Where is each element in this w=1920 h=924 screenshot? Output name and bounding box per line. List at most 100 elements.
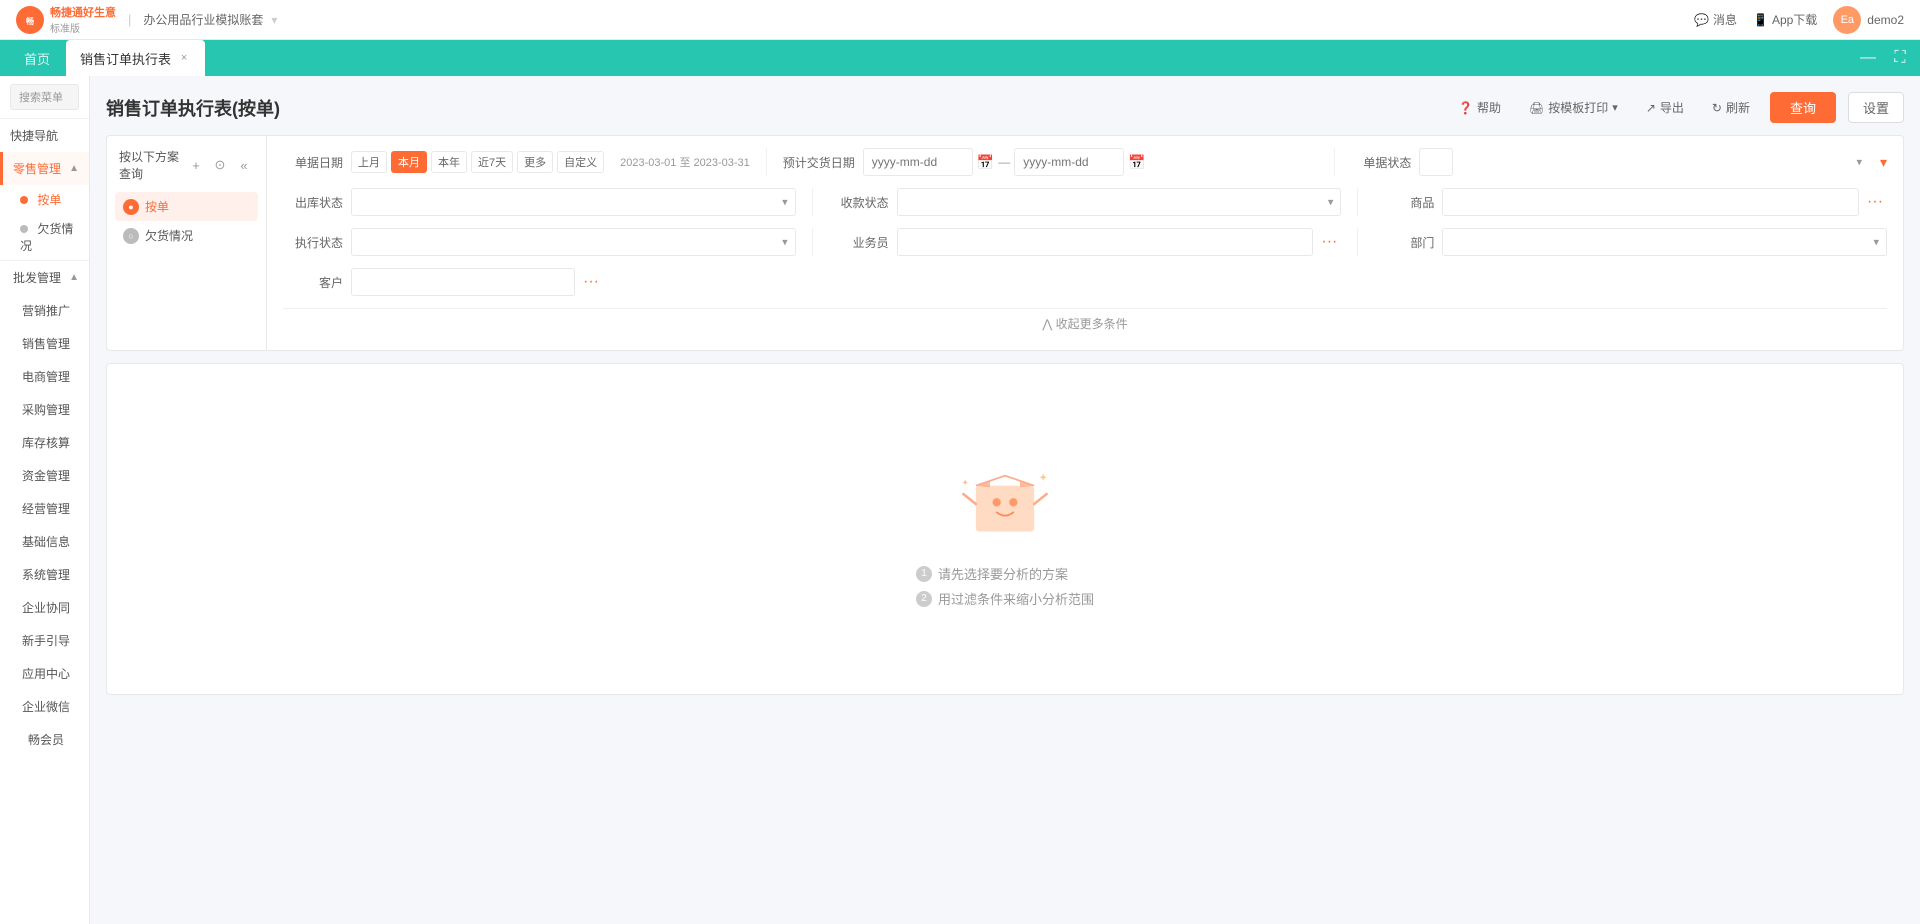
sidebar-section-retail: 零售管理 ▲ 按单 欠货情况	[0, 152, 89, 261]
user-action[interactable]: Ea demo2	[1833, 6, 1904, 34]
sidebar-item-debt[interactable]: 欠货情况	[12, 214, 89, 260]
empty-illustration: ✦ ✦	[955, 444, 1055, 544]
empty-tip-2: 2 用过滤条件来缩小分析范围	[916, 589, 1094, 608]
forecast-date-start[interactable]	[863, 148, 973, 176]
content-area: 销售订单执行表(按单) ❓ 帮助 🖨 按模板打印 ▾ ↗ 导出 ↻ 刷新	[90, 76, 1920, 924]
customer-more-btn[interactable]: ···	[579, 273, 603, 291]
collapse-bar[interactable]: ⋀ 收起更多条件	[283, 308, 1887, 338]
filter-option-debt[interactable]: ○ 欠货情况	[115, 221, 258, 250]
date-range-display: 2023-03-01 至 2023-03-31	[620, 154, 750, 170]
cal-icon-start[interactable]: 📅	[977, 154, 994, 171]
btn-last7[interactable]: 近7天	[471, 151, 513, 173]
dept-select[interactable]	[1442, 228, 1887, 256]
sidebar-item-wholesale[interactable]: 批发管理 ▲	[0, 261, 89, 294]
tab-close-icon[interactable]: ×	[177, 51, 191, 65]
sidebar: 搜索菜单 快捷导航 零售管理 ▲ 按单 欠货情况	[0, 76, 90, 924]
user-avatar: Ea	[1833, 6, 1861, 34]
empty-tips-list: 1 请先选择要分析的方案 2 用过滤条件来缩小分析范围	[916, 564, 1094, 614]
copy-scheme-btn[interactable]: ⊙	[210, 155, 230, 175]
app-download-action[interactable]: 📱 App下载	[1753, 11, 1817, 28]
payment-select[interactable]	[897, 188, 1342, 216]
goods-input[interactable]	[1442, 188, 1859, 216]
tab-bar: 首页 销售订单执行表 × — ⛶	[0, 40, 1920, 76]
date-separator: —	[998, 155, 1010, 169]
refresh-icon: ↻	[1712, 101, 1722, 115]
dept-field: 部门	[1374, 228, 1887, 256]
divider2	[1334, 148, 1335, 176]
svg-text:✦: ✦	[962, 478, 969, 488]
help-icon: ❓	[1458, 101, 1473, 115]
svg-text:✦: ✦	[1038, 472, 1048, 485]
tab-maximize-icon[interactable]: ⛶	[1888, 46, 1912, 70]
sidebar-item-operation[interactable]: 经营管理	[0, 492, 89, 525]
btn-this-year[interactable]: 本年	[431, 151, 467, 173]
export-btn[interactable]: ↗ 导出	[1638, 95, 1692, 120]
logo-area: 畅 畅捷通好生意 标准版	[16, 4, 116, 35]
help-btn[interactable]: ❓ 帮助	[1450, 95, 1509, 120]
cal-icon-end[interactable]: 📅	[1128, 154, 1145, 171]
export-icon: ↗	[1646, 101, 1656, 115]
sidebar-item-apps[interactable]: 应用中心	[0, 657, 89, 690]
payment-select-wrapper	[897, 188, 1342, 216]
sidebar-item-member[interactable]: 畅会员	[0, 723, 89, 756]
sidebar-item-retail[interactable]: 零售管理 ▲	[0, 152, 89, 185]
divider6	[1357, 228, 1358, 256]
filter-option-order[interactable]: ● 按单	[115, 192, 258, 221]
tab-minimize-icon[interactable]: —	[1856, 46, 1880, 70]
sidebar-search-btn[interactable]: 搜索菜单	[10, 84, 79, 110]
main-area: 搜索菜单 快捷导航 零售管理 ▲ 按单 欠货情况	[0, 76, 1920, 924]
salesman-more-btn[interactable]: ···	[1317, 233, 1341, 251]
collapse-sidebar-btn[interactable]: «	[234, 155, 254, 175]
sidebar-item-marketing[interactable]: 营销推广	[0, 294, 89, 327]
sidebar-item-wechat[interactable]: 企业微信	[0, 690, 89, 723]
btn-more[interactable]: 更多	[517, 151, 553, 173]
query-btn[interactable]: 查询	[1770, 92, 1836, 123]
print-btn[interactable]: 🖨 按模板打印 ▾	[1521, 95, 1626, 120]
filter-sidebar-header: 按以下方案查询 + ⊙ «	[115, 148, 258, 182]
salesman-input[interactable]	[897, 228, 1314, 256]
tab-home[interactable]: 首页	[8, 40, 66, 76]
breadcrumb-item: 办公用品行业模拟账套	[143, 11, 263, 28]
refresh-btn[interactable]: ↻ 刷新	[1704, 95, 1758, 120]
sidebar-item-finance[interactable]: 资金管理	[0, 459, 89, 492]
inactive-dot	[20, 225, 28, 233]
salesman-input-group: ···	[897, 228, 1342, 256]
breadcrumb-separator: |	[128, 12, 131, 27]
customer-input[interactable]	[351, 268, 575, 296]
page-header: 销售订单执行表(按单) ❓ 帮助 🖨 按模板打印 ▾ ↗ 导出 ↻ 刷新	[106, 92, 1904, 123]
logo-text: 畅捷通好生意 标准版	[50, 4, 116, 35]
sidebar-quick-nav[interactable]: 快捷导航	[0, 119, 89, 152]
exec-select[interactable]	[351, 228, 796, 256]
forecast-date-range: 📅 — 📅	[863, 148, 1319, 176]
sidebar-item-newbie[interactable]: 新手引导	[0, 624, 89, 657]
exec-select-wrapper	[351, 228, 796, 256]
sidebar-item-ecom[interactable]: 电商管理	[0, 360, 89, 393]
btn-last-month[interactable]: 上月	[351, 151, 387, 173]
breadcrumb-dropdown-icon[interactable]: ▾	[271, 13, 277, 27]
empty-state: ✦ ✦ 1 请先选择要分析的方案 2 用过滤条件来缩小分析范围	[106, 363, 1904, 695]
sidebar-item-inventory[interactable]: 库存核算	[0, 426, 89, 459]
order-icon: ●	[123, 199, 139, 215]
btn-this-month[interactable]: 本月	[391, 151, 427, 173]
sidebar-item-enterprise[interactable]: 企业协同	[0, 591, 89, 624]
forecast-date-end[interactable]	[1014, 148, 1124, 176]
status-dropdown-icon[interactable]: ▾	[1880, 154, 1887, 171]
settings-btn[interactable]: 设置	[1848, 92, 1904, 123]
sidebar-item-order[interactable]: 按单	[12, 185, 89, 214]
btn-custom[interactable]: 自定义	[557, 151, 604, 173]
add-scheme-btn[interactable]: +	[186, 155, 206, 175]
status-select[interactable]	[1419, 148, 1453, 176]
delivery-select[interactable]	[351, 188, 796, 216]
divider3	[812, 188, 813, 216]
sidebar-item-sales[interactable]: 销售管理	[0, 327, 89, 360]
sidebar-item-system[interactable]: 系统管理	[0, 558, 89, 591]
forecast-date-field: 预计交货日期 📅 — 📅	[783, 148, 1319, 176]
message-action[interactable]: 💬 消息	[1694, 11, 1737, 28]
filter-row-2: 出库状态 收款状态 商品	[283, 188, 1887, 216]
sidebar-item-basic[interactable]: 基础信息	[0, 525, 89, 558]
active-dot	[20, 196, 28, 204]
tab-sales-order[interactable]: 销售订单执行表 ×	[66, 40, 205, 76]
delivery-status-field: 出库状态	[283, 188, 796, 216]
sidebar-item-purchase[interactable]: 采购管理	[0, 393, 89, 426]
goods-more-btn[interactable]: ···	[1863, 193, 1887, 211]
